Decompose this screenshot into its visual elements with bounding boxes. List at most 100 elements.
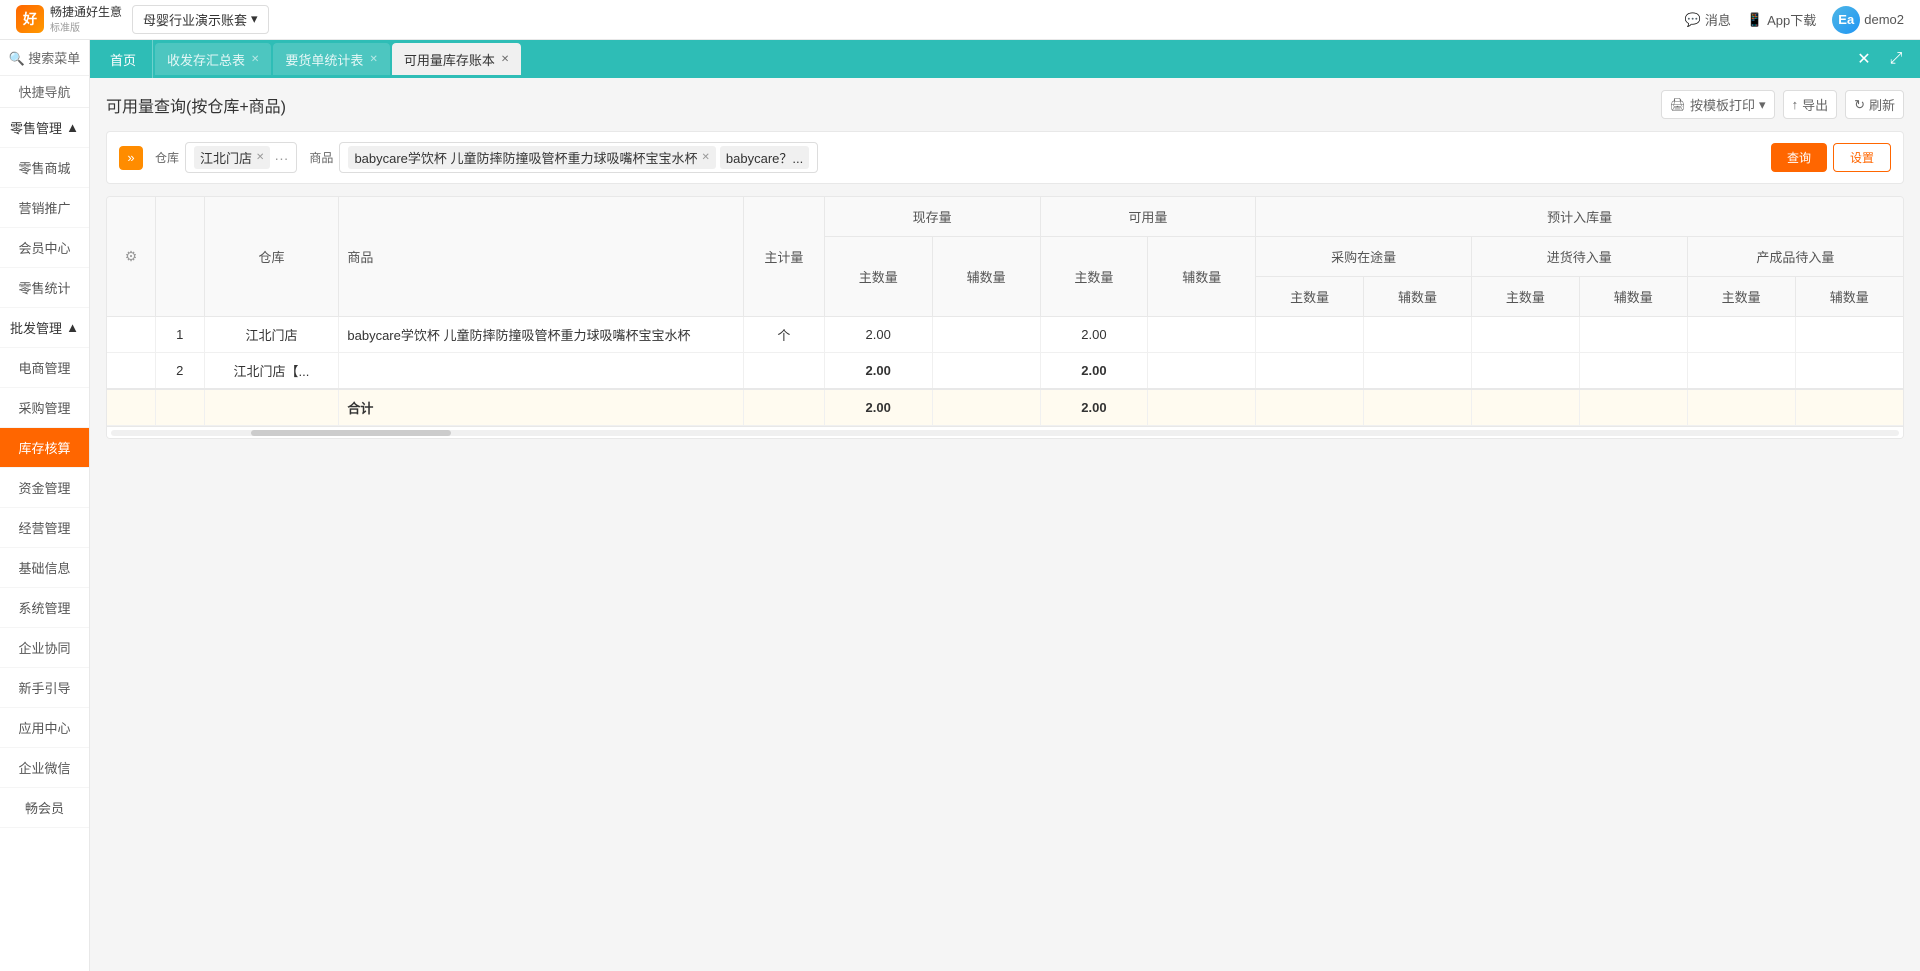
query-button[interactable]: 查询 [1771,143,1827,172]
table-row: 2 江北门店【... 2.00 2.00 [107,353,1903,390]
row1-check [107,317,156,353]
col-current-qty-header: 现存量 [824,197,1040,237]
row1-purchase-pending-aux [1579,317,1687,353]
sidebar-item-retail-store[interactable]: 零售商城 [0,148,89,188]
product-tag1-close[interactable]: ✕ [702,152,710,163]
industry-selector[interactable]: 母婴行业演示账套 ▾ [132,5,269,34]
warehouse-more-icon[interactable]: ··· [274,150,288,166]
sidebar-item-retail-mgmt[interactable]: 零售管理 ▲ [0,108,89,148]
scrollbar-thumb[interactable] [251,430,451,436]
tab-close-icon[interactable]: ✕ [501,54,509,65]
sidebar: 🔍 搜索菜单 快捷导航 零售管理 ▲ 零售商城 营销推广 会员中心 零售统计 [0,40,90,971]
row2-product-pending-aux [1795,353,1903,390]
table-footer: 合计 2.00 2.00 [107,389,1903,426]
header-left: 好 畅捷通好生意 标准版 母婴行业演示账套 ▾ [16,5,269,34]
page-inner: 可用量查询(按仓库+商品) 🖨 按模板打印 ▾ ↑ 导出 ↻ [90,78,1920,451]
logo-icon: 好 [16,5,44,33]
message-label: 消息 [1705,10,1731,29]
row2-purchase-in-main [1256,353,1364,390]
col-purchase-in-header: 采购在途量 [1256,237,1472,277]
sidebar-search[interactable]: 🔍 搜索菜单 [0,40,89,76]
tab-receive-summary[interactable]: 收发存汇总表 ✕ [155,43,271,75]
user-profile[interactable]: Ea demo2 [1832,6,1904,34]
warehouse-filter: 仓库 江北门店 ✕ ··· [155,142,297,173]
sidebar-item-membership[interactable]: 会员中心 [0,228,89,268]
row1-available-aux [1148,317,1256,353]
app-sub: 标准版 [50,19,122,34]
row1-warehouse: 江北门店 [204,317,339,353]
tab-home[interactable]: 首页 [94,40,153,78]
message-action[interactable]: 💬 消息 [1685,10,1731,29]
print-button[interactable]: 🖨 按模板打印 ▾ [1661,90,1775,119]
sidebar-item-member[interactable]: 畅会员 [0,788,89,828]
filter-toggle-button[interactable]: » [119,146,143,170]
warehouse-input[interactable]: 江北门店 ✕ ··· [185,142,297,173]
table-row: 1 江北门店 babycare学饮杯 儿童防摔防撞吸管杯重力球吸嘴杯宝宝水杯 个… [107,317,1903,353]
warehouse-tag-close[interactable]: ✕ [256,152,264,163]
col-product-header: 商品 [339,197,744,317]
sidebar-item-enterprise[interactable]: 企业协同 [0,628,89,668]
sidebar-item-wechat[interactable]: 企业微信 [0,748,89,788]
tab-available-inventory[interactable]: 可用量库存账本 ✕ [392,43,521,75]
col-available-aux-header: 辅数量 [1148,237,1256,317]
app-name: 畅捷通好生意 [50,5,122,19]
row2-seq: 2 [156,353,205,390]
row1-product: babycare学饮杯 儿童防摔防撞吸管杯重力球吸嘴杯宝宝水杯 [339,317,744,353]
horizontal-scrollbar[interactable] [107,426,1903,438]
col-seq-header [156,197,205,317]
sidebar-item-wholesale-mgmt[interactable]: 批发管理 ▲ [0,308,89,348]
col-incoming-qty-header: 预计入库量 [1256,197,1903,237]
row2-purchase-pending-aux [1579,353,1687,390]
print-icon: 🖨 [1670,97,1687,113]
product-filter: 商品 babycare学饮杯 儿童防摔防撞吸管杯重力球吸嘴杯宝宝水杯 ✕ bab… [309,142,818,173]
col-product-pending-aux: 辅数量 [1795,277,1903,317]
footer-current-aux [932,389,1040,426]
sidebar-item-retail-stats[interactable]: 零售统计 [0,268,89,308]
settings-button[interactable]: 设置 [1833,143,1891,172]
logo-text-block: 畅捷通好生意 标准版 [50,5,122,34]
close-window-icon[interactable]: ✕ [1852,47,1876,71]
tab-order-stats[interactable]: 要货单统计表 ✕ [273,43,389,75]
row1-purchase-in-main [1256,317,1364,353]
page-title-bar: 可用量查询(按仓库+商品) 🖨 按模板打印 ▾ ↑ 导出 ↻ [106,90,1904,119]
export-button[interactable]: ↑ 导出 [1783,90,1838,119]
col-purchase-pending-main: 主数量 [1471,277,1579,317]
sidebar-item-inventory[interactable]: 库存核算 [0,428,89,468]
row1-product-pending-aux [1795,317,1903,353]
sidebar-item-marketing[interactable]: 营销推广 [0,188,89,228]
product-tag-1: babycare学饮杯 儿童防摔防撞吸管杯重力球吸嘴杯宝宝水杯 ✕ [348,146,715,169]
col-settings-header[interactable]: ⚙ [107,197,156,317]
footer-label: 合计 [339,389,744,426]
table-settings-icon[interactable]: ⚙ [125,248,138,264]
app-download-action[interactable]: 📱 App下载 [1747,10,1816,29]
sidebar-item-purchase[interactable]: 采购管理 [0,388,89,428]
page-actions: 🖨 按模板打印 ▾ ↑ 导出 ↻ 刷新 [1661,90,1905,119]
table-body: 1 江北门店 babycare学饮杯 儿童防摔防撞吸管杯重力球吸嘴杯宝宝水杯 个… [107,317,1903,390]
filter-actions: 查询 设置 [1771,143,1891,172]
export-icon: ↑ [1792,97,1799,112]
sidebar-item-system[interactable]: 系统管理 [0,588,89,628]
sidebar-item-basic-info[interactable]: 基础信息 [0,548,89,588]
top-header: 好 畅捷通好生意 标准版 母婴行业演示账套 ▾ 💬 消息 📱 App下载 Ea … [0,0,1920,40]
main-layout: 🔍 搜索菜单 快捷导航 零售管理 ▲ 零售商城 营销推广 会员中心 零售统计 [0,40,1920,971]
col-purchase-in-aux: 辅数量 [1364,277,1472,317]
refresh-button[interactable]: ↻ 刷新 [1845,90,1904,119]
product-input[interactable]: babycare学饮杯 儿童防摔防撞吸管杯重力球吸嘴杯宝宝水杯 ✕ babyca… [339,142,818,173]
tab-close-icon[interactable]: ✕ [251,54,259,65]
col-product-pending-header: 产成品待入量 [1687,237,1903,277]
col-purchase-pending-header: 进货待入量 [1471,237,1687,277]
sidebar-item-guide[interactable]: 新手引导 [0,668,89,708]
sidebar-item-ecommerce[interactable]: 电商管理 [0,348,89,388]
chevron-icon: ▲ [66,320,79,335]
sidebar-item-finance[interactable]: 资金管理 [0,468,89,508]
sidebar-item-operations[interactable]: 经营管理 [0,508,89,548]
row1-purchase-in-aux [1364,317,1472,353]
col-purchase-in-main: 主数量 [1256,277,1364,317]
sidebar-item-app-center[interactable]: 应用中心 [0,708,89,748]
maximize-icon[interactable]: ⤢ [1884,47,1908,71]
col-product-pending-main: 主数量 [1687,277,1795,317]
row2-available-aux [1148,353,1256,390]
row2-purchase-in-aux [1364,353,1472,390]
sidebar-nav[interactable]: 快捷导航 [0,76,89,108]
tab-close-icon[interactable]: ✕ [369,54,377,65]
